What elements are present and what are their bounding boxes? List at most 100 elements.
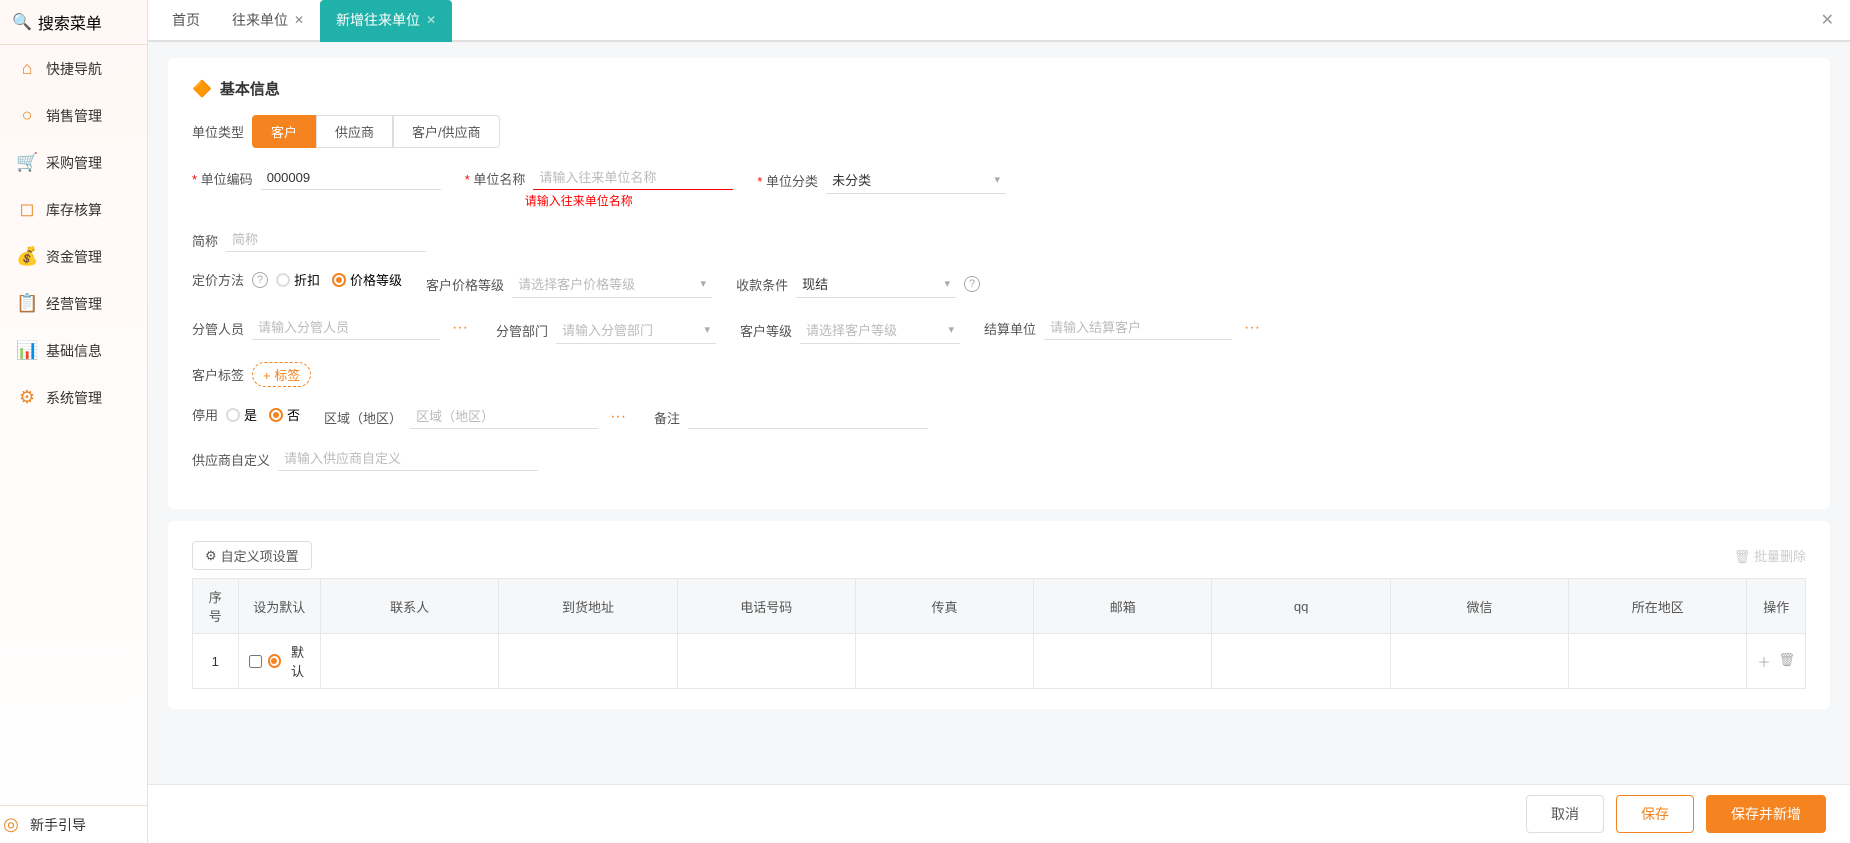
payment-terms-help-icon[interactable]: ? <box>964 276 980 292</box>
yes-radio-dot <box>226 408 240 422</box>
tab-bar: 首页 往来单位 ✕ 新增往来单位 ✕ ✕ <box>148 0 1850 42</box>
row-checkbox[interactable] <box>249 655 262 668</box>
cell-phone[interactable] <box>677 634 855 689</box>
pricing-help-icon[interactable]: ? <box>252 272 268 288</box>
customer-level-select[interactable]: 请选择客户等级 ▾ <box>800 316 960 344</box>
supplier-custom-input[interactable] <box>278 447 538 471</box>
inventory-icon: ◻ <box>16 199 38 220</box>
batch-delete-btn[interactable]: 🗑 批量删除 <box>1734 546 1806 565</box>
tab-partners[interactable]: 往来单位 ✕ <box>216 0 320 42</box>
region-cell-input[interactable] <box>1579 654 1736 669</box>
cell-wechat[interactable] <box>1390 634 1568 689</box>
cell-region[interactable] <box>1569 634 1747 689</box>
pricing-method-label: 定价方法 <box>192 270 244 289</box>
main-area: 首页 往来单位 ✕ 新增往来单位 ✕ ✕ 🔶 基本信息 单位类型 客户 <box>148 0 1850 843</box>
pricing-radio-discount[interactable]: 折扣 <box>276 270 320 289</box>
payment-terms-select[interactable]: 现结 ▾ <box>796 270 956 298</box>
unit-code-group: 单位编码 <box>192 166 441 190</box>
customer-price-level-label: 客户价格等级 <box>426 275 504 294</box>
sidebar-item-label: 资金管理 <box>46 247 102 267</box>
section-icon: 🔶 <box>192 79 212 99</box>
tab-new-partner-close[interactable]: ✕ <box>426 13 436 27</box>
sidebar-item-purchase[interactable]: 🛒 采购管理 <box>0 139 147 186</box>
email-input[interactable] <box>1044 654 1201 669</box>
unit-category-select[interactable]: 未分类 ▾ <box>826 166 1006 194</box>
sidebar-item-finance[interactable]: 💰 资金管理 <box>0 233 147 280</box>
customer-level-label: 客户等级 <box>740 321 792 340</box>
type-btn-customer[interactable]: 客户 <box>252 115 316 148</box>
cell-default[interactable]: 默认 <box>238 634 321 689</box>
sidebar-item-label: 库存核算 <box>46 200 102 220</box>
cancel-button[interactable]: 取消 <box>1526 795 1604 833</box>
pricing-row: 定价方法 ? 折扣 价格等级 客户价格等级 <box>192 270 1806 298</box>
customer-price-level-select[interactable]: 请选择客户价格等级 ▾ <box>512 270 712 298</box>
manager-input[interactable] <box>252 316 440 340</box>
sidebar-item-system[interactable]: ⚙ 系统管理 <box>0 374 147 421</box>
disable-radio-no[interactable]: 否 <box>269 405 300 424</box>
region-label: 区域（地区） <box>324 408 402 427</box>
save-button[interactable]: 保存 <box>1616 795 1694 833</box>
disable-radio-yes[interactable]: 是 <box>226 405 257 424</box>
custom-settings-btn[interactable]: ⚙ 自定义项设置 <box>192 541 312 570</box>
department-select[interactable]: 请输入分管部门 ▾ <box>556 316 716 344</box>
cell-qq[interactable] <box>1212 634 1390 689</box>
delete-row-btn[interactable]: 🗑 <box>1778 652 1795 671</box>
sidebar-item-operations[interactable]: 📋 经营管理 <box>0 280 147 327</box>
sidebar-search-label: 搜索菜单 <box>38 10 102 34</box>
qq-input[interactable] <box>1222 654 1379 669</box>
abbreviation-input[interactable] <box>226 228 426 252</box>
wechat-input[interactable] <box>1401 654 1558 669</box>
unit-code-input[interactable] <box>261 166 441 190</box>
price-level-radio-dot <box>332 273 346 287</box>
abbreviation-group: 简称 <box>192 228 426 252</box>
manager-more-btn[interactable]: ··· <box>448 319 472 337</box>
sidebar-item-label: 采购管理 <box>46 153 102 173</box>
sidebar-search[interactable]: 🔍 搜索菜单 <box>0 0 147 45</box>
sidebar-item-guide[interactable]: ◎ 新手引导 <box>0 805 147 843</box>
pricing-radio-price-level[interactable]: 价格等级 <box>332 270 402 289</box>
address-input[interactable] <box>509 654 666 669</box>
note-input[interactable] <box>688 405 928 429</box>
sidebar-item-label: 经营管理 <box>46 294 102 314</box>
region-more-btn[interactable]: ··· <box>606 408 630 426</box>
type-btn-supplier[interactable]: 供应商 <box>316 115 393 148</box>
add-row-btn[interactable]: ＋ <box>1757 652 1770 671</box>
col-region: 所在地区 <box>1569 579 1747 634</box>
operations-icon: 📋 <box>16 293 38 314</box>
settlement-unit-more-btn[interactable]: ··· <box>1240 319 1264 337</box>
tab-home[interactable]: 首页 <box>156 0 216 42</box>
cell-fax[interactable] <box>855 634 1033 689</box>
close-all-tabs[interactable]: ✕ <box>1813 6 1842 34</box>
sidebar-item-quick-nav[interactable]: ⌂ 快捷导航 <box>0 45 147 92</box>
sidebar: 🔍 搜索菜单 ⌂ 快捷导航 ○ 销售管理 🛒 采购管理 ◻ 库存核算 💰 资金管… <box>0 0 148 843</box>
col-index: 序号 <box>193 579 239 634</box>
fax-input[interactable] <box>866 654 1023 669</box>
contact-input[interactable] <box>331 654 488 669</box>
sidebar-item-inventory[interactable]: ◻ 库存核算 <box>0 186 147 233</box>
cell-contact[interactable] <box>321 634 499 689</box>
payment-terms-label: 收款条件 <box>736 275 788 294</box>
sidebar-item-basic-info[interactable]: 📊 基础信息 <box>0 327 147 374</box>
phone-input[interactable] <box>688 654 845 669</box>
sidebar-item-label: 快捷导航 <box>46 59 102 79</box>
save-new-button[interactable]: 保存并新增 <box>1706 795 1826 833</box>
default-radio-dot <box>268 654 282 668</box>
disable-group: 停用 是 否 <box>192 405 300 424</box>
payment-terms-group: 收款条件 现结 ▾ ? <box>736 270 980 298</box>
settlement-unit-input[interactable] <box>1044 316 1232 340</box>
sidebar-item-sales[interactable]: ○ 销售管理 <box>0 92 147 139</box>
default-radio[interactable]: 默认 <box>268 642 311 680</box>
tab-new-partner[interactable]: 新增往来单位 ✕ <box>320 0 452 42</box>
table-header-row: 序号 设为默认 联系人 到货地址 电话号码 传真 邮箱 qq 微信 所在地区 操… <box>193 579 1806 634</box>
cell-email[interactable] <box>1034 634 1212 689</box>
region-input[interactable] <box>410 405 598 429</box>
customer-level-chevron: ▾ <box>949 323 955 336</box>
batch-delete-icon: 🗑 <box>1734 549 1751 564</box>
sales-icon: ○ <box>16 105 38 126</box>
col-email: 邮箱 <box>1034 579 1212 634</box>
add-tag-btn[interactable]: + 标签 <box>252 362 311 387</box>
type-btn-both[interactable]: 客户/供应商 <box>393 115 500 148</box>
tab-partners-close[interactable]: ✕ <box>294 13 304 27</box>
unit-name-input[interactable] <box>533 166 733 190</box>
cell-address[interactable] <box>499 634 677 689</box>
